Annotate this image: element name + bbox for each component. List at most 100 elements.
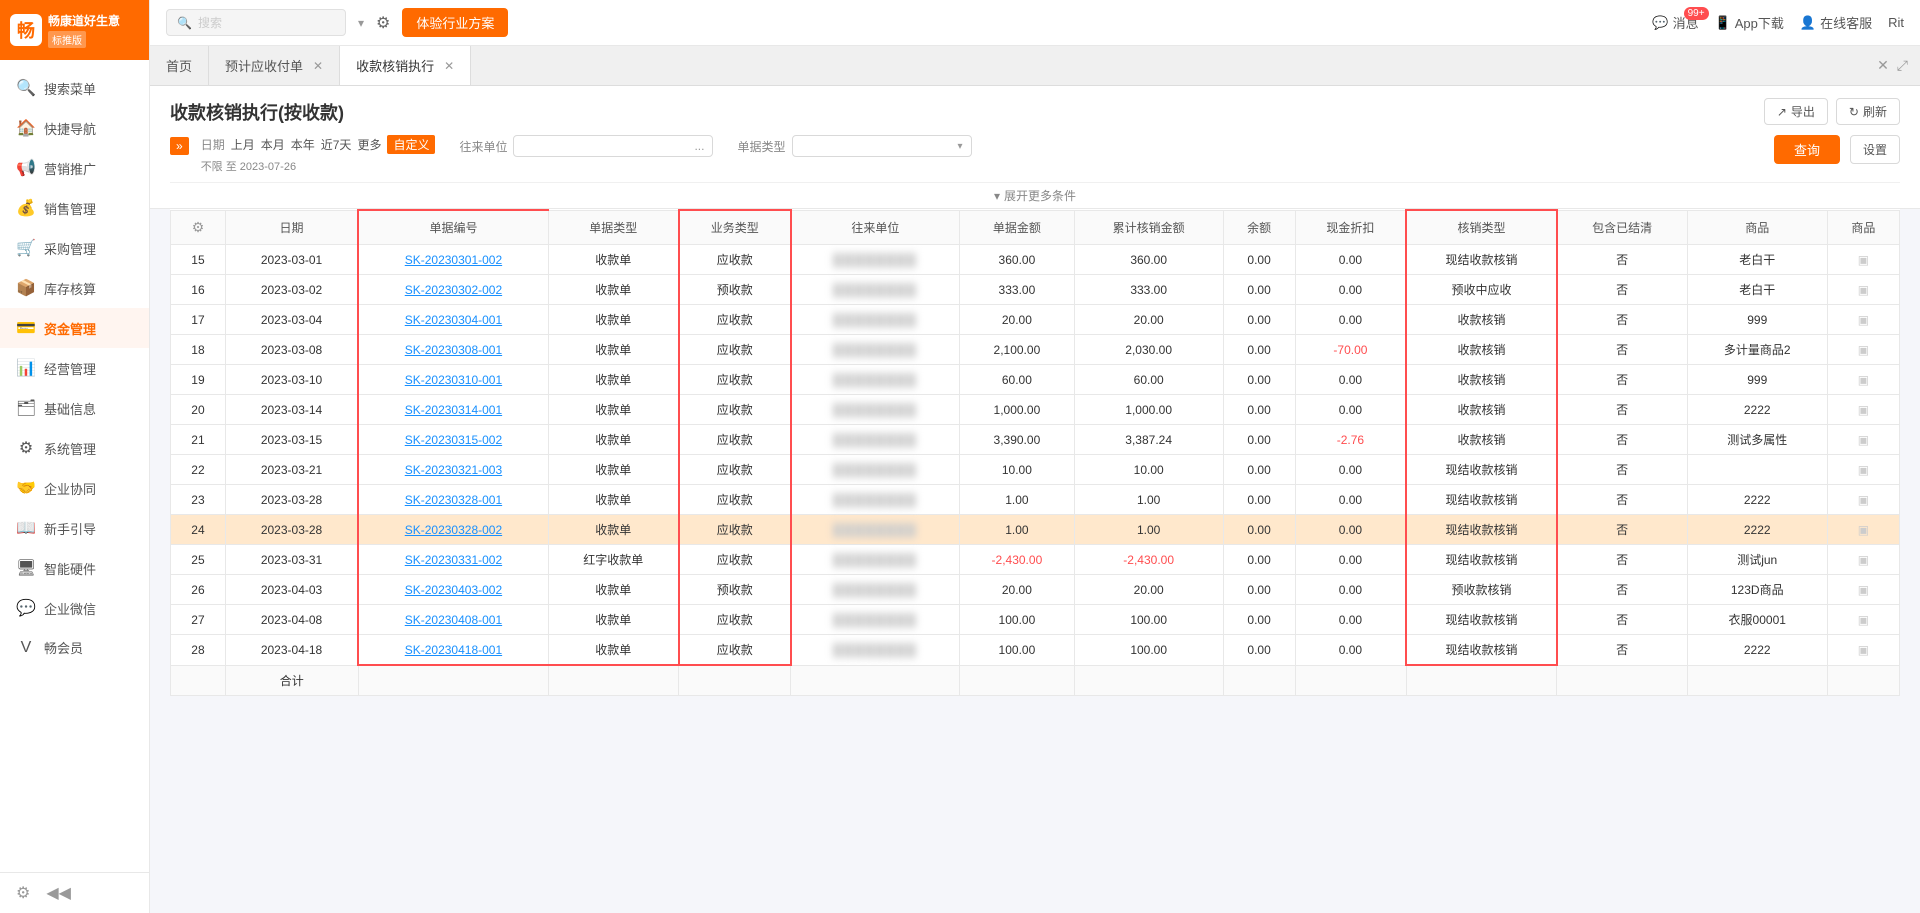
tab-close-writeoff[interactable]: ✕ xyxy=(444,59,454,73)
row-date: 2023-03-21 xyxy=(225,455,358,485)
tab-expand-icon[interactable]: ⤢ xyxy=(1897,57,1908,74)
col-header-5: 往来单位 xyxy=(791,210,960,245)
row-goods2: ▣ xyxy=(1827,305,1899,335)
row-doc-no[interactable]: SK-20230302-002 xyxy=(358,275,548,305)
row-doc-no[interactable]: SK-20230403-002 xyxy=(358,575,548,605)
sidebar-item-wechat[interactable]: 💬 企业微信 xyxy=(0,588,149,628)
filter-more[interactable]: 更多 xyxy=(357,136,381,153)
sidebar-item-guide[interactable]: 📖 新手引导 xyxy=(0,508,149,548)
row-doc-no[interactable]: SK-20230321-003 xyxy=(358,455,548,485)
unit-input[interactable]: ... xyxy=(513,135,713,157)
row-doc-no[interactable]: SK-20230418-001 xyxy=(358,635,548,666)
query-btn[interactable]: 查询 xyxy=(1774,135,1840,164)
expand-more-btn[interactable]: ▾ 展开更多条件 xyxy=(994,187,1076,204)
row-date: 2023-04-08 xyxy=(225,605,358,635)
topbar-search[interactable]: 🔍 搜索 xyxy=(166,9,346,36)
doc-no-link[interactable]: SK-20230315-002 xyxy=(405,433,502,447)
doc-no-link[interactable]: SK-20230301-002 xyxy=(405,253,502,267)
filter-last-month[interactable]: 上月 xyxy=(231,136,255,153)
row-doc-no[interactable]: SK-20230331-002 xyxy=(358,545,548,575)
settings-footer-icon[interactable]: ⚙ xyxy=(16,883,30,903)
doc-no-link[interactable]: SK-20230314-001 xyxy=(405,403,502,417)
row-doc-no[interactable]: SK-20230310-001 xyxy=(358,365,548,395)
tab-close-all-icon[interactable]: ✕ xyxy=(1877,57,1889,74)
row-doc-no[interactable]: SK-20230315-002 xyxy=(358,425,548,455)
row-unit: ████████ xyxy=(791,245,960,275)
topbar-dropdown-icon[interactable]: ▾ xyxy=(358,16,364,30)
row-doc-no[interactable]: SK-20230308-001 xyxy=(358,335,548,365)
tab-receivable[interactable]: 预计应收付单✕ xyxy=(209,46,340,85)
doc-no-link[interactable]: SK-20230328-002 xyxy=(405,523,502,537)
user-account[interactable]: Rit xyxy=(1888,15,1904,30)
sidebar-item-sales[interactable]: 💰 销售管理 xyxy=(0,188,149,228)
footer-cell-3 xyxy=(548,665,678,695)
sidebar-item-member[interactable]: V 畅会员 xyxy=(0,628,149,667)
row-doc-no[interactable]: SK-20230314-001 xyxy=(358,395,548,425)
row-no: 19 xyxy=(171,365,226,395)
collapse-sidebar-icon[interactable]: ◀◀ xyxy=(46,883,71,903)
logo-badge: 标推版 xyxy=(48,31,86,48)
row-doc-no[interactable]: SK-20230304-001 xyxy=(358,305,548,335)
refresh-btn[interactable]: ↻ 刷新 xyxy=(1836,98,1900,125)
online-service[interactable]: 👤 在线客服 xyxy=(1800,13,1872,32)
sidebar-item-quick-nav[interactable]: 🏠 快捷导航 xyxy=(0,108,149,148)
filter-custom[interactable]: 自定义 xyxy=(387,135,435,154)
row-writeoff-type: 收款核销 xyxy=(1406,425,1556,455)
goods-img: ▣ xyxy=(1858,553,1869,567)
doc-no-link[interactable]: SK-20230331-002 xyxy=(405,553,502,567)
tab-close-receivable[interactable]: ✕ xyxy=(313,59,323,73)
row-doc-no[interactable]: SK-20230301-002 xyxy=(358,245,548,275)
sidebar-item-finance[interactable]: 💳 资金管理 xyxy=(0,308,149,348)
doc-no-link[interactable]: SK-20230310-001 xyxy=(405,373,502,387)
row-no: 20 xyxy=(171,395,226,425)
doctype-select[interactable]: ▾ xyxy=(792,135,972,157)
row-date: 2023-03-28 xyxy=(225,485,358,515)
doc-no-link[interactable]: SK-20230328-001 xyxy=(405,493,502,507)
sidebar-item-operations[interactable]: 📊 经营管理 xyxy=(0,348,149,388)
topbar-message[interactable]: 💬 消息 99+ xyxy=(1652,13,1698,32)
doc-no-link[interactable]: SK-20230308-001 xyxy=(405,343,502,357)
sidebar-item-corp[interactable]: 🤝 企业协同 xyxy=(0,468,149,508)
industry-btn[interactable]: 体验行业方案 xyxy=(402,8,508,37)
sidebar-item-purchase[interactable]: 🛒 采购管理 xyxy=(0,228,149,268)
sidebar-item-system[interactable]: ⚙ 系统管理 xyxy=(0,428,149,468)
row-writeoff-type: 现结收款核销 xyxy=(1406,245,1556,275)
doc-no-link[interactable]: SK-20230418-001 xyxy=(405,643,502,657)
doc-no-link[interactable]: SK-20230304-001 xyxy=(405,313,502,327)
filter-this-month[interactable]: 本月 xyxy=(261,136,285,153)
app-download[interactable]: 📱 App下载 xyxy=(1715,13,1784,32)
sidebar-item-hardware[interactable]: 🖥 智能硬件 xyxy=(0,548,149,588)
export-btn[interactable]: ↗ 导出 xyxy=(1764,98,1828,125)
filter-this-year[interactable]: 本年 xyxy=(291,136,315,153)
marketing-icon: 📢 xyxy=(16,158,36,178)
setting-btn[interactable]: 设置 xyxy=(1850,135,1900,164)
doc-no-link[interactable]: SK-20230408-001 xyxy=(405,613,502,627)
row-balance: 0.00 xyxy=(1223,335,1295,365)
row-cash-discount: 0.00 xyxy=(1295,485,1406,515)
column-settings-icon[interactable]: ⚙ xyxy=(192,219,205,235)
doc-no-link[interactable]: SK-20230302-002 xyxy=(405,283,502,297)
expand-icon[interactable]: » xyxy=(170,137,189,155)
row-doc-type: 收款单 xyxy=(548,335,678,365)
sidebar-item-inventory[interactable]: 📦 库存核算 xyxy=(0,268,149,308)
row-doc-no[interactable]: SK-20230328-002 xyxy=(358,515,548,545)
doc-no-link[interactable]: SK-20230321-003 xyxy=(405,463,502,477)
tab-home[interactable]: 首页 xyxy=(150,46,209,85)
footer-cell-4 xyxy=(679,665,791,695)
member-label: 畅会员 xyxy=(44,638,83,657)
footer-cell-11 xyxy=(1557,665,1687,695)
filter-7days[interactable]: 近7天 xyxy=(321,136,352,153)
row-amount: 1.00 xyxy=(960,485,1075,515)
expand-arrow[interactable]: » xyxy=(170,135,189,155)
row-doc-no[interactable]: SK-20230328-001 xyxy=(358,485,548,515)
sidebar-item-base[interactable]: 🗂 基础信息 xyxy=(0,388,149,428)
row-cash-discount: 0.00 xyxy=(1295,545,1406,575)
sidebar-item-search[interactable]: 🔍 搜索菜单 xyxy=(0,68,149,108)
topbar-gear-icon[interactable]: ⚙ xyxy=(376,13,390,33)
doc-no-link[interactable]: SK-20230403-002 xyxy=(405,583,502,597)
sidebar-item-marketing[interactable]: 📢 营销推广 xyxy=(0,148,149,188)
tab-writeoff[interactable]: 收款核销执行✕ xyxy=(340,46,471,85)
row-no: 21 xyxy=(171,425,226,455)
row-doc-no[interactable]: SK-20230408-001 xyxy=(358,605,548,635)
export-label: 导出 xyxy=(1791,103,1815,120)
